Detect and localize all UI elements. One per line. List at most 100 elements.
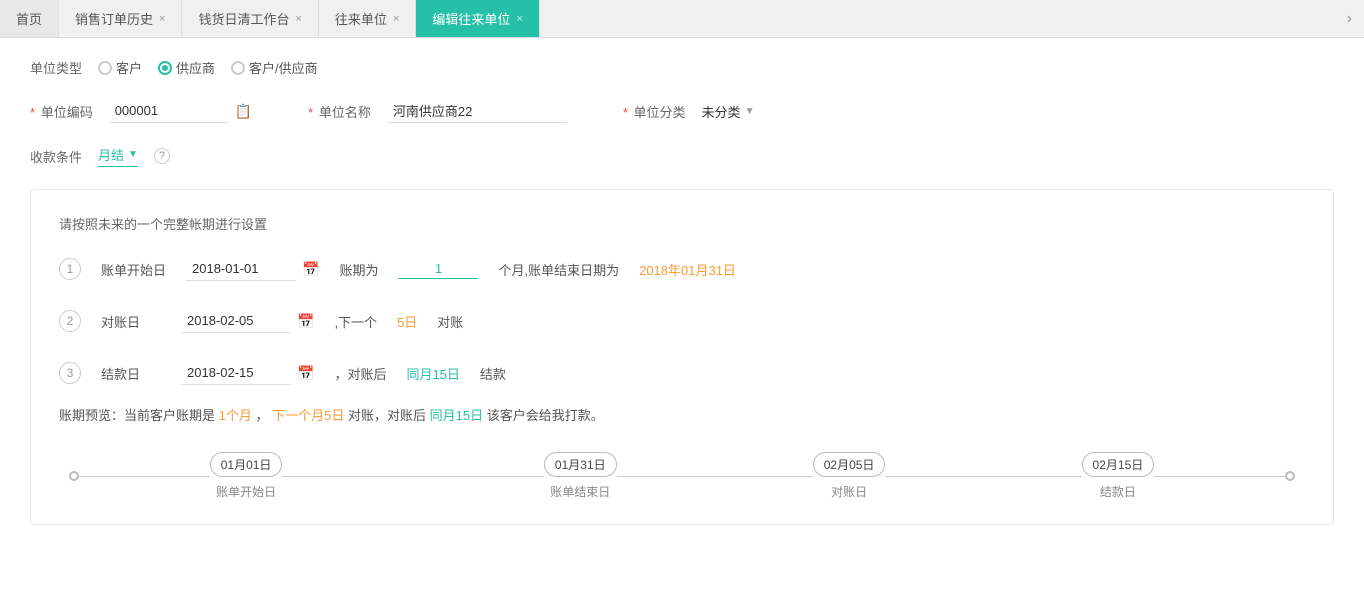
payment-terms-label: 收款条件 (30, 147, 82, 166)
step-1-row: 1 账单开始日 📅 账期为 个月,账单结束日期为 2018年01月31日 (59, 257, 1305, 281)
step-2-prefix: ,下一个 (334, 312, 377, 331)
timeline-node-2: 01月31日 账单结束日 (544, 452, 617, 500)
timeline-left-dot (69, 471, 79, 481)
step-1-calendar-icon[interactable]: 📅 (302, 261, 319, 278)
unit-info-row: * 单位编码 📋 * 单位名称 * 单位分类 未分类 ▼ (30, 99, 1334, 123)
step-1-date-input[interactable] (186, 257, 296, 281)
step-1-suffix: 个月,账单结束日期为 (498, 260, 619, 279)
timeline-node-4-badge: 02月15日 (1082, 452, 1155, 477)
payment-terms-row: 收款条件 月结 ▼ ? (30, 145, 1334, 167)
step-3-suffix: 结款 (480, 364, 506, 383)
payment-terms-select[interactable]: 月结 ▼ (98, 145, 138, 167)
tab-edit-partner[interactable]: 编辑往来单位 × (416, 0, 539, 37)
unit-classify-value: 未分类 (702, 102, 741, 121)
step-3-date-input[interactable] (181, 361, 291, 385)
step-1-mid-text: 账期为 (339, 260, 378, 279)
step-3-highlight: 同月15日 (406, 364, 459, 383)
tab-partner-units[interactable]: 往来单位 × (319, 0, 416, 37)
timeline-node-1-badge: 01月01日 (210, 452, 283, 477)
preview-text: 账期预览：当前客户账期是 1个月 ， 下一个月5日 对账，对账后 同月15日 该… (59, 405, 1305, 424)
radio-supplier-circle (158, 61, 172, 75)
timeline-node-3-badge: 02月05日 (813, 452, 886, 477)
tab-cash-workbench-label: 钱货日清工作台 (198, 9, 289, 28)
tab-sales-history[interactable]: 销售订单历史 × (59, 0, 182, 37)
unit-type-label: 单位类型 (30, 58, 82, 77)
step-1-period-input[interactable] (398, 259, 478, 279)
preview-sep1: ， (256, 408, 269, 423)
timeline-right-dot (1285, 471, 1295, 481)
unit-code-copy-icon[interactable]: 📋 (235, 103, 252, 120)
step-3-prefix: ，对账后 (334, 364, 386, 383)
tab-partner-units-label: 往来单位 (335, 9, 387, 28)
radio-customer[interactable]: 客户 (98, 58, 142, 77)
radio-customer-supplier-circle (231, 61, 245, 75)
required-star-name: * (308, 105, 313, 120)
step-3-date-group: 📅 (181, 361, 314, 385)
payment-terms-value: 月结 (98, 145, 124, 164)
unit-classify-label: * 单位分类 (623, 102, 686, 121)
timeline-node-1-label: 账单开始日 (216, 483, 276, 500)
step-2-calendar-icon[interactable]: 📅 (297, 313, 314, 330)
required-star-code: * (30, 105, 35, 120)
tab-sales-history-close[interactable]: × (159, 13, 165, 25)
unit-classify-arrow-icon: ▼ (745, 106, 755, 117)
radio-customer-supplier[interactable]: 客户/供应商 (231, 58, 318, 77)
step-2-label: 对账日 (101, 312, 161, 331)
required-star-classify: * (623, 105, 628, 120)
timeline: 01月01日 账单开始日 01月31日 账单结束日 02月05日 对账日 02月… (59, 452, 1305, 500)
preview-label: 账期预览：当前客户账期是 (59, 408, 215, 423)
tab-cash-workbench[interactable]: 钱货日清工作台 × (182, 0, 318, 37)
step-3-row: 3 结款日 📅 ，对账后 同月15日 结款 (59, 361, 1305, 385)
tab-edit-partner-close[interactable]: × (516, 13, 522, 25)
tab-bar: 首页 销售订单历史 × 钱货日清工作台 × 往来单位 × 编辑往来单位 × › (0, 0, 1364, 38)
tab-edit-partner-label: 编辑往来单位 (432, 9, 510, 28)
unit-classify-select[interactable]: 未分类 ▼ (702, 102, 755, 121)
step-3-calendar-icon[interactable]: 📅 (297, 365, 314, 382)
unit-code-input[interactable] (109, 99, 229, 123)
preview-payment: 同月15日 (430, 408, 483, 423)
timeline-node-4-label: 结款日 (1100, 483, 1136, 500)
step-3-num: 3 (59, 362, 81, 384)
preview-end: 该客户会给我打款。 (487, 408, 604, 423)
payment-terms-arrow-icon: ▼ (128, 149, 138, 160)
tab-home[interactable]: 首页 (0, 0, 59, 37)
radio-customer-supplier-label: 客户/供应商 (249, 58, 318, 77)
timeline-seg-1 (79, 476, 210, 477)
timeline-seg-3 (617, 476, 813, 477)
timeline-node-4: 02月15日 结款日 (1082, 452, 1155, 500)
preview-sep2: 对账，对账后 (348, 408, 426, 423)
tab-cash-workbench-close[interactable]: × (295, 13, 301, 25)
step-1-label: 账单开始日 (101, 260, 166, 279)
step-2-suffix: 对账 (437, 312, 463, 331)
step-2-num: 2 (59, 310, 81, 332)
preview-months: 1个月 (219, 408, 252, 423)
preview-reconcile: 下一个月5日 (272, 408, 344, 423)
settings-card: 请按照未来的一个完整帐期进行设置 1 账单开始日 📅 账期为 个月,账单结束日期… (30, 189, 1334, 525)
payment-terms-help-icon[interactable]: ? (154, 148, 170, 164)
timeline-seg-4 (885, 476, 1081, 477)
timeline-node-1: 01月01日 账单开始日 (210, 452, 283, 500)
step-1-end-date: 2018年01月31日 (639, 260, 736, 279)
unit-code-label: * 单位编码 (30, 102, 93, 121)
unit-name-input[interactable] (387, 99, 567, 123)
step-2-date-input[interactable] (181, 309, 291, 333)
step-1-num: 1 (59, 258, 81, 280)
tab-home-label: 首页 (16, 9, 42, 28)
unit-type-row: 单位类型 客户 供应商 客户/供应商 (30, 58, 1334, 77)
timeline-node-2-badge: 01月31日 (544, 452, 617, 477)
radio-supplier[interactable]: 供应商 (158, 58, 215, 77)
radio-customer-circle (98, 61, 112, 75)
main-content: 单位类型 客户 供应商 客户/供应商 * 单位编码 📋 * (0, 38, 1364, 608)
tab-more-button[interactable]: › (1335, 0, 1364, 37)
step-2-row: 2 对账日 📅 ,下一个 5日 对账 (59, 309, 1305, 333)
tab-partner-units-close[interactable]: × (393, 13, 399, 25)
step-2-date-group: 📅 (181, 309, 314, 333)
step-2-highlight: 5日 (397, 312, 417, 331)
step-3-label: 结款日 (101, 364, 161, 383)
timeline-node-3: 02月05日 对账日 (813, 452, 886, 500)
tab-sales-history-label: 销售订单历史 (75, 9, 153, 28)
radio-supplier-label: 供应商 (176, 58, 215, 77)
timeline-seg-5 (1154, 476, 1285, 477)
timeline-seg-2 (282, 476, 543, 477)
step-1-date-group: 📅 (186, 257, 319, 281)
